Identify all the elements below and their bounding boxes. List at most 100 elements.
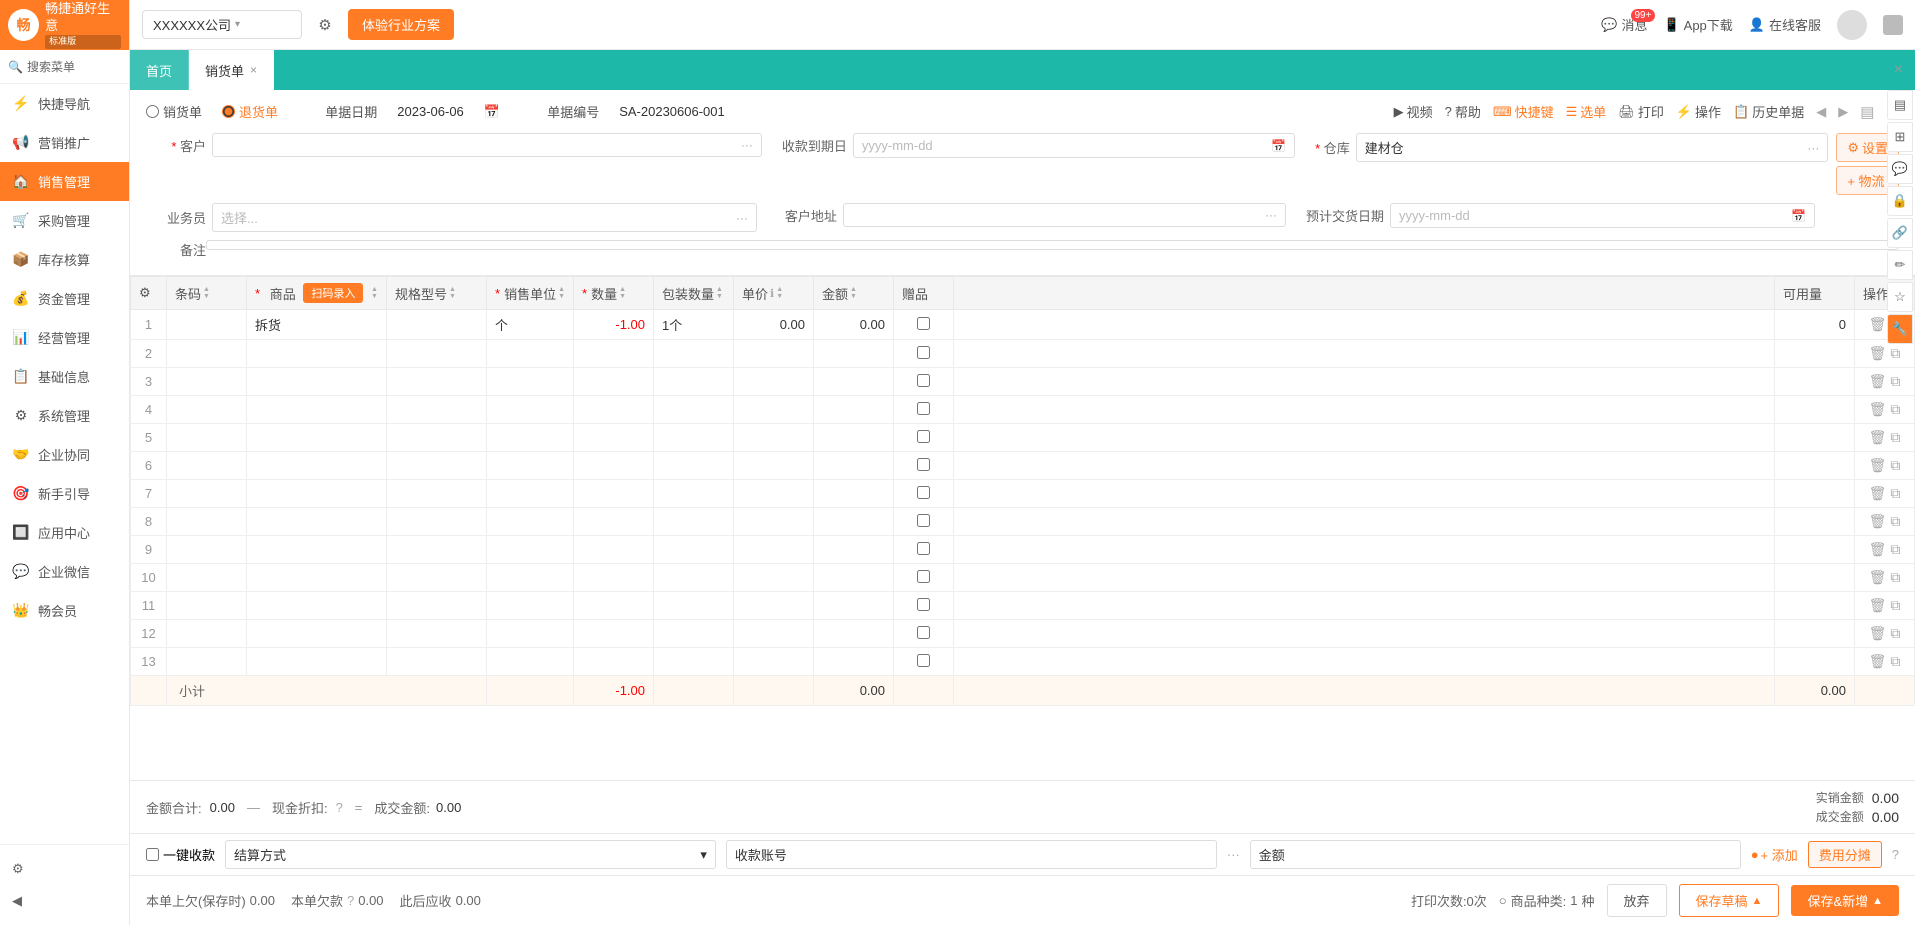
customer-input[interactable]: ··· xyxy=(212,133,762,157)
expense-help-icon[interactable]: ? xyxy=(1892,847,1899,862)
radio-sales[interactable]: 销货单 xyxy=(146,102,202,121)
save-new-button[interactable]: 保存&新增 ▲ xyxy=(1791,885,1899,916)
amount-input[interactable]: 金额 xyxy=(1250,840,1741,869)
toolbar-select[interactable]: ☰ 选单 xyxy=(1566,102,1607,121)
address-input[interactable]: ··· xyxy=(843,203,1286,227)
delete-row-icon[interactable]: 🗑 xyxy=(1869,457,1887,474)
delete-row-icon[interactable]: 🗑 xyxy=(1869,401,1887,418)
delete-row-icon[interactable]: 🗑 xyxy=(1869,569,1887,586)
sidebar-item-purchase[interactable]: 🛒 采购管理 xyxy=(0,201,129,240)
th-settings[interactable]: ⚙ xyxy=(131,277,167,310)
toolbar-operate[interactable]: ⚡ 操作 xyxy=(1676,102,1721,121)
one-click-checkbox[interactable] xyxy=(146,848,159,861)
copy-row-icon[interactable]: ⧉ xyxy=(1890,373,1900,390)
salesperson-input[interactable]: 选择... ··· xyxy=(212,203,757,232)
delivery-date-input[interactable]: yyyy-mm-dd 📅 xyxy=(1390,203,1815,228)
delete-row-icon[interactable]: 🗑 xyxy=(1869,513,1887,530)
nav-next-icon[interactable]: ▶ xyxy=(1838,104,1848,120)
sidebar-item-marketing[interactable]: 📢 营销推广 xyxy=(0,123,129,162)
copy-row-icon[interactable]: ⧉ xyxy=(1890,345,1900,362)
save-draft-button[interactable]: 保存草稿 ▲ xyxy=(1679,884,1780,917)
sidebar-item-system[interactable]: ⚙ 系统管理 xyxy=(0,396,129,435)
tab-home[interactable]: 首页 xyxy=(130,50,189,90)
tab-close-icon[interactable]: × xyxy=(250,63,257,77)
rp-btn-8[interactable]: 🔧 xyxy=(1887,314,1913,344)
sidebar-search[interactable]: 🔍 搜索菜单 xyxy=(0,50,129,84)
discount-help-icon[interactable]: ? xyxy=(336,800,343,815)
copy-row-icon[interactable]: ⧉ xyxy=(1890,625,1900,642)
message-btn[interactable]: 💬 消息 99+ xyxy=(1601,15,1647,34)
delete-row-icon[interactable]: 🗑 xyxy=(1869,653,1887,670)
add-payment-button[interactable]: ● + 添加 xyxy=(1751,845,1798,864)
scan-button[interactable]: 扫码录入 xyxy=(303,283,363,303)
header-settings-icon[interactable]: ⚙ xyxy=(310,10,340,40)
delete-row-icon[interactable]: 🗑 xyxy=(1869,373,1887,390)
price-info-icon[interactable]: ℹ xyxy=(770,287,774,300)
right-panel: ▤ ⊞ 💬 🔒 🔗 ✏ ☆ 🔧 xyxy=(1887,90,1915,344)
copy-row-icon[interactable]: ⧉ xyxy=(1890,513,1900,530)
list-view-icon[interactable]: ▤ xyxy=(1860,103,1874,121)
copy-row-icon[interactable]: ⧉ xyxy=(1890,429,1900,446)
trial-button[interactable]: 体验行业方案 xyxy=(348,9,454,40)
rp-btn-1[interactable]: ▤ xyxy=(1887,90,1913,120)
expense-split-button[interactable]: 费用分摊 xyxy=(1808,841,1882,868)
online-service-btn[interactable]: 👤 在线客服 xyxy=(1749,15,1821,34)
copy-row-icon[interactable]: ⧉ xyxy=(1890,457,1900,474)
copy-row-icon[interactable]: ⧉ xyxy=(1890,569,1900,586)
rp-btn-7[interactable]: ☆ xyxy=(1887,282,1913,312)
discard-button[interactable]: 放弃 xyxy=(1607,884,1667,917)
delete-row-icon[interactable]: 🗑 xyxy=(1869,316,1887,333)
copy-row-icon[interactable]: ⧉ xyxy=(1890,485,1900,502)
radio-return[interactable]: 退货单 xyxy=(222,102,278,121)
rp-btn-6[interactable]: ✏ xyxy=(1887,250,1913,280)
user-avatar[interactable] xyxy=(1837,10,1867,40)
sidebar-item-member[interactable]: 👑 畅会员 xyxy=(0,591,129,630)
sidebar-item-enterprise[interactable]: 🤝 企业协同 xyxy=(0,435,129,474)
rp-btn-4[interactable]: 🔒 xyxy=(1887,186,1913,216)
notes-input[interactable] xyxy=(206,240,1899,250)
sidebar-item-operation[interactable]: 📊 经营管理 xyxy=(0,318,129,357)
owe-help-icon[interactable]: ? xyxy=(347,893,354,908)
sidebar-settings-btn[interactable]: ⚙ xyxy=(0,853,129,885)
sidebar-item-apps[interactable]: 🔲 应用中心 xyxy=(0,513,129,552)
copy-row-icon[interactable]: ⧉ xyxy=(1890,401,1900,418)
rp-btn-3[interactable]: 💬 xyxy=(1887,154,1913,184)
rp-btn-2[interactable]: ⊞ xyxy=(1887,122,1913,152)
copy-row-icon[interactable]: ⧉ xyxy=(1890,597,1900,614)
warehouse-input[interactable]: 建材仓 ··· xyxy=(1356,133,1829,162)
sidebar-collapse-btn[interactable]: ◀ xyxy=(0,885,129,917)
delete-row-icon[interactable]: 🗑 xyxy=(1869,597,1887,614)
company-selector[interactable]: XXXXXX公司 ▾ xyxy=(142,10,302,39)
calc-method-input[interactable]: 结算方式 ▾ xyxy=(225,840,716,869)
copy-row-icon[interactable]: ⧉ xyxy=(1890,541,1900,558)
toolbar-help[interactable]: ? 帮助 xyxy=(1445,102,1481,121)
copy-row-icon[interactable]: ⧉ xyxy=(1890,653,1900,670)
inventory-icon: 📦 xyxy=(12,251,30,268)
main-close-icon[interactable]: × xyxy=(1894,61,1903,79)
date-calendar-icon[interactable]: 📅 xyxy=(484,104,500,120)
sidebar-item-sales[interactable]: 🏠 销售管理 xyxy=(0,162,129,201)
delete-row-icon[interactable]: 🗑 xyxy=(1869,429,1887,446)
account-input[interactable]: 收款账号 xyxy=(726,840,1217,869)
payment-date-input[interactable]: yyyy-mm-dd 📅 xyxy=(853,133,1295,158)
toolbar-print[interactable]: 🖨 打印 xyxy=(1618,102,1664,121)
delete-row-icon[interactable]: 🗑 xyxy=(1869,485,1887,502)
sidebar-item-inventory[interactable]: 📦 库存核算 xyxy=(0,240,129,279)
sidebar-item-wechat[interactable]: 💬 企业微信 xyxy=(0,552,129,591)
delete-row-icon[interactable]: 🗑 xyxy=(1869,345,1887,362)
sidebar-item-basic[interactable]: 📋 基础信息 xyxy=(0,357,129,396)
toolbar-shortcut[interactable]: ⌨ 快捷键 xyxy=(1493,102,1554,121)
delete-row-icon[interactable]: 🗑 xyxy=(1869,541,1887,558)
rp-btn-5[interactable]: 🔗 xyxy=(1887,218,1913,248)
app-download-btn[interactable]: 📱 App下载 xyxy=(1663,15,1732,34)
sidebar-item-guide[interactable]: 🎯 新手引导 xyxy=(0,474,129,513)
nav-prev-icon[interactable]: ◀ xyxy=(1816,104,1826,120)
delete-row-icon[interactable]: 🗑 xyxy=(1869,625,1887,642)
user-avatar-2[interactable] xyxy=(1883,15,1903,35)
sidebar-item-finance[interactable]: 💰 资金管理 xyxy=(0,279,129,318)
toolbar-history[interactable]: 📋 历史单据 xyxy=(1733,102,1804,121)
message-icon: 💬 xyxy=(1601,17,1617,33)
sidebar-item-shortcut[interactable]: ⚡ 快捷导航 xyxy=(0,84,129,123)
toolbar-video[interactable]: ▶ 视频 xyxy=(1394,102,1433,121)
tab-sales-order[interactable]: 销货单 × xyxy=(189,50,274,90)
